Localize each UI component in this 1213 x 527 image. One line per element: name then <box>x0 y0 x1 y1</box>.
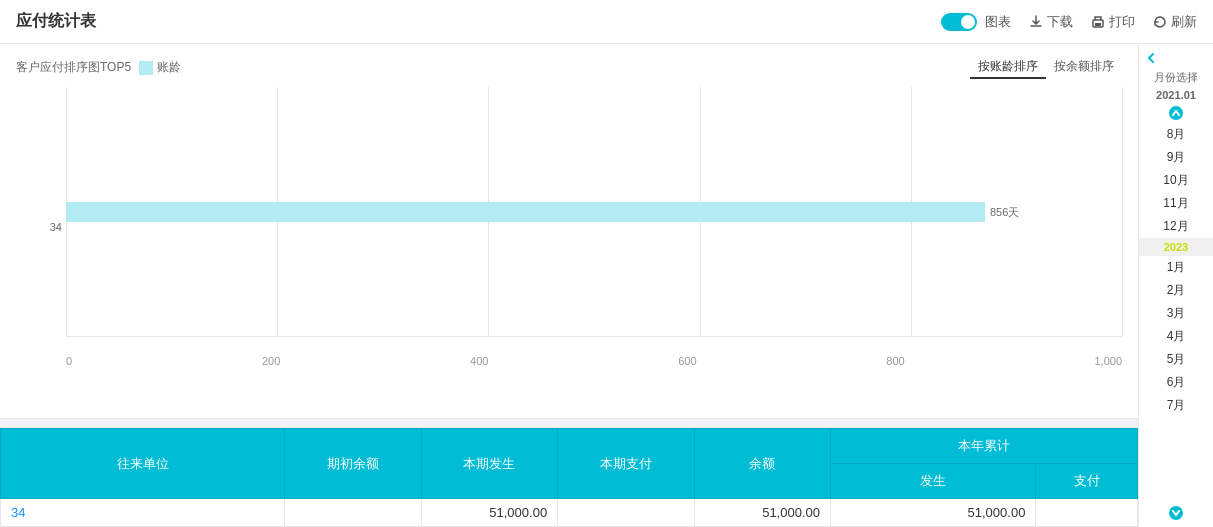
svg-rect-1 <box>1095 23 1101 26</box>
table-section: 往来单位 期初余额 本期发生 本期支付 余额 本年累计 发生 支付 <box>0 427 1138 527</box>
chevron-up-icon <box>1168 105 1184 121</box>
td-ytd-pay <box>1036 499 1138 527</box>
side-panel: 月份选择 2021.01 8月9月10月11月12月20231月2月3月4月5月… <box>1138 44 1213 527</box>
th-ytd-group: 本年累计 <box>831 429 1138 464</box>
legend-color-box <box>139 61 153 75</box>
x-label-200: 200 <box>262 355 280 367</box>
left-panel: 客户应付排序图TOP5 账龄 按账龄排序 按余额排序 34 <box>0 44 1138 527</box>
month-item[interactable]: 5月 <box>1139 348 1213 371</box>
scroll-down-button[interactable] <box>1139 503 1213 523</box>
toggle-switch[interactable] <box>941 13 977 31</box>
svg-point-2 <box>1169 106 1183 120</box>
download-icon <box>1029 15 1043 29</box>
table-row: 3451,000.0051,000.0051,000.00 <box>1 499 1138 527</box>
month-item[interactable]: 7月 <box>1139 394 1213 417</box>
x-label-400: 400 <box>470 355 488 367</box>
td-balance: 51,000.00 <box>694 499 830 527</box>
year-label: 2023 <box>1139 238 1213 256</box>
chart-header: 客户应付排序图TOP5 账龄 按账龄排序 按余额排序 <box>16 56 1122 79</box>
side-expand-arrow[interactable] <box>1139 48 1213 68</box>
table-body: 3451,000.0051,000.0051,000.00 <box>1 499 1138 527</box>
th-unit: 往来单位 <box>1 429 285 499</box>
table-header-row: 往来单位 期初余额 本期发生 本期支付 余额 本年累计 <box>1 429 1138 464</box>
divider <box>0 418 1138 419</box>
refresh-label: 刷新 <box>1171 13 1197 31</box>
month-item[interactable]: 3月 <box>1139 302 1213 325</box>
td-opening <box>285 499 421 527</box>
th-current-payment: 本期支付 <box>558 429 694 499</box>
unit-link[interactable]: 34 <box>11 505 25 520</box>
header: 应付统计表 图表 下载 打印 <box>0 0 1213 44</box>
th-current-period: 本期发生 <box>421 429 557 499</box>
td-current-period: 51,000.00 <box>421 499 557 527</box>
y-axis-label: 34 <box>16 221 62 233</box>
month-item[interactable]: 9月 <box>1139 146 1213 169</box>
chart-area: 34 856天 <box>16 87 1122 367</box>
print-label: 打印 <box>1109 13 1135 31</box>
x-label-1000: 1,000 <box>1094 355 1122 367</box>
x-label-800: 800 <box>886 355 904 367</box>
side-current-value: 2021.01 <box>1139 87 1213 103</box>
month-item[interactable]: 12月 <box>1139 215 1213 238</box>
page-title: 应付统计表 <box>16 11 96 32</box>
table-wrapper: 往来单位 期初余额 本期发生 本期支付 余额 本年累计 发生 支付 <box>0 428 1138 527</box>
scroll-up-button[interactable] <box>1139 103 1213 123</box>
download-label: 下载 <box>1047 13 1073 31</box>
chevron-down-icon <box>1168 505 1184 521</box>
th-ytd-sub1: 发生 <box>831 464 1036 499</box>
x-label-0: 0 <box>66 355 72 367</box>
sort-by-amount-button[interactable]: 按账龄排序 <box>970 56 1046 79</box>
chart-legend-title: 客户应付排序图TOP5 <box>16 59 131 76</box>
month-item[interactable]: 6月 <box>1139 371 1213 394</box>
chart-bar <box>66 202 985 222</box>
td-ytd-occ: 51,000.00 <box>831 499 1036 527</box>
grid-line-1000 <box>1122 87 1123 336</box>
download-button[interactable]: 下载 <box>1029 13 1073 31</box>
x-axis: 0 200 400 600 800 1,000 <box>66 347 1122 367</box>
chart-toggle[interactable]: 图表 <box>941 13 1011 31</box>
svg-point-3 <box>1169 506 1183 520</box>
th-ytd-sub2: 支付 <box>1036 464 1138 499</box>
month-item[interactable]: 8月 <box>1139 123 1213 146</box>
month-list: 8月9月10月11月12月20231月2月3月4月5月6月7月 <box>1139 123 1213 503</box>
chart-panel: 客户应付排序图TOP5 账龄 按账龄排序 按余额排序 34 <box>0 44 1138 418</box>
refresh-button[interactable]: 刷新 <box>1153 13 1197 31</box>
main-container: 应付统计表 图表 下载 打印 <box>0 0 1213 527</box>
side-title: 月份选择 <box>1139 68 1213 87</box>
print-icon <box>1091 15 1105 29</box>
month-item[interactable]: 4月 <box>1139 325 1213 348</box>
header-actions: 图表 下载 打印 刷新 <box>941 13 1197 31</box>
refresh-icon <box>1153 15 1167 29</box>
legend-area: 客户应付排序图TOP5 账龄 <box>16 59 181 76</box>
month-item[interactable]: 1月 <box>1139 256 1213 279</box>
th-opening: 期初余额 <box>285 429 421 499</box>
month-item[interactable]: 11月 <box>1139 192 1213 215</box>
td-current-payment <box>558 499 694 527</box>
legend-item-age: 账龄 <box>139 59 181 76</box>
month-item[interactable]: 10月 <box>1139 169 1213 192</box>
sort-by-balance-button[interactable]: 按余额排序 <box>1046 56 1122 79</box>
td-unit: 34 <box>1 499 285 527</box>
th-balance: 余额 <box>694 429 830 499</box>
sort-buttons: 按账龄排序 按余额排序 <box>970 56 1122 79</box>
bar-end-label: 856天 <box>990 204 1019 219</box>
chart-toggle-label: 图表 <box>985 13 1011 31</box>
month-item[interactable]: 2月 <box>1139 279 1213 302</box>
x-label-600: 600 <box>678 355 696 367</box>
content-area: 客户应付排序图TOP5 账龄 按账龄排序 按余额排序 34 <box>0 44 1213 527</box>
data-table: 往来单位 期初余额 本期发生 本期支付 余额 本年累计 发生 支付 <box>0 428 1138 527</box>
left-arrow-icon <box>1143 50 1159 66</box>
print-button[interactable]: 打印 <box>1091 13 1135 31</box>
legend-color-label: 账龄 <box>157 59 181 76</box>
plot-area: 856天 <box>66 87 1122 337</box>
